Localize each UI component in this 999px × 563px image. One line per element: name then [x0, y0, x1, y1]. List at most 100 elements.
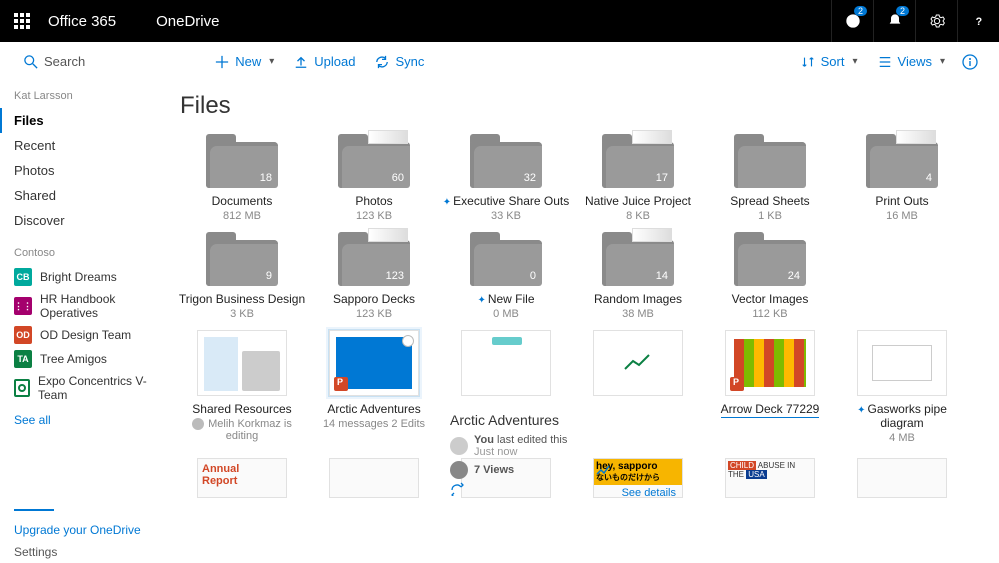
sort-button[interactable]: Sort ▾	[791, 42, 868, 82]
folder-tile[interactable]: 32 ✦Executive Share Outs 33 KB	[440, 134, 572, 222]
chevron-down-icon: ▾	[852, 56, 857, 67]
search-button[interactable]: Search	[14, 42, 95, 82]
sidebar-item-shared[interactable]: Shared	[0, 183, 170, 208]
file-subtext: 4 MB	[836, 432, 968, 444]
sync-icon	[375, 55, 389, 69]
settings-button[interactable]	[915, 0, 957, 42]
sidebar-team[interactable]: Expo Concentrics V-Team	[0, 371, 170, 405]
folder-icon: 9	[206, 232, 278, 286]
team-tile: OD	[14, 326, 32, 344]
folder-grid: 18 Documents 812 MB 60 Photos 123 KB 32 …	[176, 134, 987, 232]
sidebar-upgrade[interactable]: Upgrade your OneDrive	[0, 519, 170, 541]
sidebar-team[interactable]: ⋮⋮HR Handbook Operatives	[0, 289, 170, 323]
views-label: Views	[898, 54, 932, 69]
team-tile: CB	[14, 268, 32, 286]
folder-size: 812 MB	[176, 210, 308, 222]
file-name: ✦Gasworks pipe diagram	[836, 402, 968, 430]
upload-button[interactable]: Upload	[284, 42, 365, 82]
sidebar-see-all[interactable]: See all	[0, 405, 170, 435]
sidebar-item-discover[interactable]: Discover	[0, 208, 170, 233]
skype-badge: 2	[854, 6, 867, 16]
folder-icon: 17	[602, 134, 674, 188]
folder-tile[interactable]: 123 Sapporo Decks 123 KB	[308, 232, 440, 320]
folder-count: 32	[524, 172, 536, 184]
file-tile[interactable]: Shared Resources Melih Korkmaz is editin…	[176, 330, 308, 444]
folder-tile[interactable]: 0 ✦New File 0 MB	[440, 232, 572, 320]
hovercard-see-details[interactable]: See details	[622, 487, 676, 499]
brand-label[interactable]: Office 365	[48, 13, 116, 30]
chevron-down-icon: ▾	[940, 56, 945, 67]
file-thumbnail[interactable]: CHILD ABUSE IN THE USA	[725, 458, 815, 498]
command-bar: Search New ▾ Upload Sync Sort ▾ Views ▾	[0, 42, 999, 82]
hovercard-activity: You last edited thisJust now	[450, 434, 610, 458]
file-thumbnail	[461, 330, 551, 396]
folder-name: Documents	[176, 194, 308, 208]
file-thumbnail	[857, 330, 947, 396]
folder-icon	[734, 134, 806, 188]
new-button[interactable]: New ▾	[205, 42, 284, 82]
sync-button[interactable]: Sync	[365, 42, 434, 82]
sidebar-section-label: Contoso	[0, 233, 170, 265]
help-button[interactable]: ?	[957, 0, 999, 42]
sort-icon	[801, 55, 815, 69]
hovercard-share-row[interactable]	[450, 482, 610, 496]
folder-icon: 32	[470, 134, 542, 188]
notifications-badge: 2	[896, 6, 909, 16]
folder-tile[interactable]: 9 Trigon Business Design 3 KB	[176, 232, 308, 320]
avatar	[450, 461, 468, 479]
file-tile[interactable]: Arrow Deck 77229	[704, 330, 836, 444]
sidebar-team[interactable]: ODOD Design Team	[0, 323, 170, 347]
folder-name: Trigon Business Design	[176, 292, 308, 306]
folder-size: 112 KB	[704, 308, 836, 320]
file-thumbnail[interactable]: AnnualReport	[197, 458, 287, 498]
folder-icon: 0	[470, 232, 542, 286]
sidebar-team[interactable]: TATree Amigos	[0, 347, 170, 371]
notifications-button[interactable]: 2	[873, 0, 915, 42]
folder-icon: 123	[338, 232, 410, 286]
folder-tile[interactable]: Spread Sheets 1 KB	[704, 134, 836, 222]
team-label: Bright Dreams	[40, 270, 117, 284]
file-thumbnail	[593, 330, 683, 396]
file-tile[interactable]: Arctic Adventures 14 messages 2 Edits	[308, 330, 440, 444]
team-tile: ⋮⋮	[14, 297, 32, 315]
app-label[interactable]: OneDrive	[156, 13, 219, 30]
file-thumbnail[interactable]	[329, 458, 419, 498]
folder-tile[interactable]: 60 Photos 123 KB	[308, 134, 440, 222]
sidebar-item-files[interactable]: Files	[0, 108, 170, 133]
folder-tile[interactable]: 17 Native Juice Project 8 KB	[572, 134, 704, 222]
upload-label: Upload	[314, 54, 355, 69]
sidebar-user: Kat Larsson	[0, 86, 170, 108]
upload-icon	[294, 55, 308, 69]
app-launcher-icon[interactable]	[0, 0, 44, 42]
sort-label: Sort	[821, 54, 845, 69]
hovercard-views: 7 Views	[450, 461, 610, 479]
folder-tile[interactable]: 18 Documents 812 MB	[176, 134, 308, 222]
folder-icon: 18	[206, 134, 278, 188]
folder-name: Print Outs	[836, 194, 968, 208]
folder-tile[interactable]: 4 Print Outs 16 MB	[836, 134, 968, 222]
folder-icon: 60	[338, 134, 410, 188]
folder-tile[interactable]: 14 Random Images 38 MB	[572, 232, 704, 320]
folder-name: Vector Images	[704, 292, 836, 306]
sidebar-item-recent[interactable]: Recent	[0, 133, 170, 158]
folder-count: 0	[530, 270, 536, 282]
file-subtext: 14 messages 2 Edits	[308, 418, 440, 430]
sidebar-item-photos[interactable]: Photos	[0, 158, 170, 183]
folder-name: ✦Executive Share Outs	[440, 194, 572, 208]
info-button[interactable]	[955, 54, 985, 70]
file-hover-card: Arctic Adventures You last edited thisJu…	[450, 412, 610, 499]
skype-button[interactable]: 2	[831, 0, 873, 42]
team-tile	[14, 379, 30, 397]
folder-size: 123 KB	[308, 210, 440, 222]
folder-count: 18	[260, 172, 272, 184]
folder-icon: 24	[734, 232, 806, 286]
views-button[interactable]: Views ▾	[868, 42, 955, 82]
folder-name: Photos	[308, 194, 440, 208]
folder-count: 123	[386, 270, 404, 282]
sidebar-settings[interactable]: Settings	[0, 541, 170, 563]
folder-tile[interactable]: 24 Vector Images 112 KB	[704, 232, 836, 320]
file-thumbnail	[329, 330, 419, 396]
file-thumbnail[interactable]	[857, 458, 947, 498]
file-tile[interactable]: ✦Gasworks pipe diagram 4 MB	[836, 330, 968, 444]
sidebar-team[interactable]: CB Bright Dreams	[0, 265, 170, 289]
